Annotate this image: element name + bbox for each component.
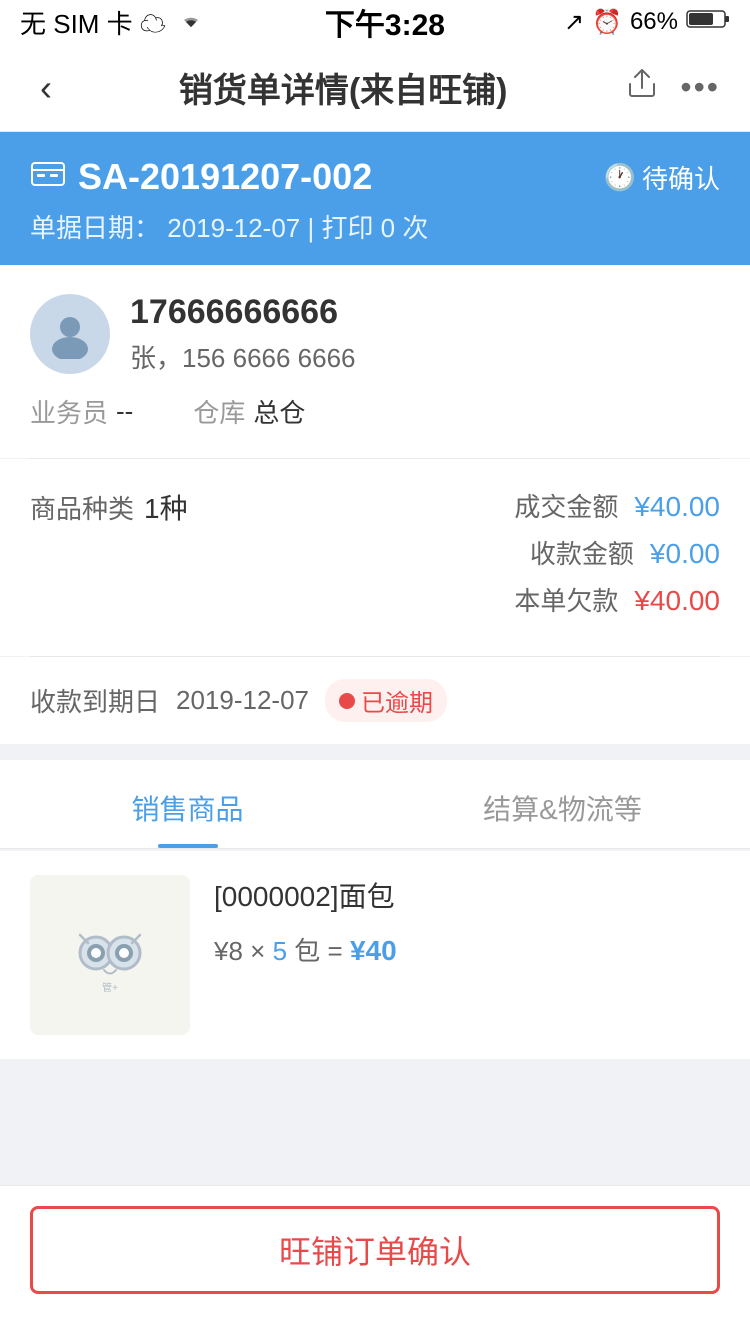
- due-label: 收款到期日: [30, 682, 160, 719]
- owe-row: 本单欠款 ¥40.00: [514, 581, 720, 618]
- product-info: [0000002]面包 ¥8 × 5 包 = ¥40: [214, 875, 720, 968]
- owe-value: ¥40.00: [634, 585, 720, 617]
- more-icon[interactable]: •••: [680, 69, 720, 106]
- back-button[interactable]: ‹: [30, 57, 62, 119]
- price-value: ¥8: [214, 936, 243, 966]
- overdue-dot-icon: [339, 693, 355, 709]
- product-logo-icon: 管+: [60, 915, 160, 995]
- no-sim-text: 无 SIM 卡 ☁: [20, 4, 166, 41]
- equals-symbol: =: [328, 936, 350, 966]
- warehouse-label: 仓库: [193, 393, 245, 430]
- salesman-label: 业务员: [30, 393, 108, 430]
- tab-settlement[interactable]: 结算&物流等: [375, 760, 750, 848]
- summary-left: 商品种类 1种: [30, 487, 188, 527]
- alarm-icon: ⏰: [592, 8, 622, 37]
- divider-3: [0, 744, 750, 760]
- confirm-order-button[interactable]: 旺铺订单确认: [30, 1206, 720, 1294]
- kind-value: 1种: [144, 487, 188, 527]
- product-unit: 包: [294, 936, 320, 966]
- due-section: 收款到期日 2019-12-07 已逾期: [0, 657, 750, 744]
- warehouse-value: 总仓: [253, 393, 305, 430]
- nav-bar: ‹ 销货单详情(来自旺铺) •••: [0, 44, 750, 132]
- due-date: 2019-12-07: [176, 685, 309, 716]
- received-label: 收款金额: [530, 534, 634, 571]
- order-date: 2019-12-07: [167, 213, 300, 243]
- date-label: 单据日期：: [30, 213, 160, 243]
- product-kind: 商品种类 1种: [30, 487, 188, 527]
- customer-sub: 张，156 6666 6666: [130, 338, 720, 375]
- order-header: SA-20191207-002 🕐 待确认 单据日期： 2019-12-07 |…: [0, 132, 750, 265]
- amount-value: ¥40.00: [634, 491, 720, 523]
- product-section: 管+ [0000002]面包 ¥8 × 5 包 = ¥40: [0, 851, 750, 1059]
- customer-section: 17666666666 张，156 6666 6666 业务员 -- 仓库 总仓: [0, 265, 750, 458]
- overdue-text: 已逾期: [361, 683, 433, 718]
- product-name: [0000002]面包: [214, 875, 720, 915]
- warehouse-item: 仓库 总仓: [193, 393, 305, 430]
- salesman-item: 业务员 --: [30, 393, 133, 430]
- multiply-symbol: ×: [250, 936, 272, 966]
- salesman-value: --: [116, 396, 133, 427]
- customer-meta: 业务员 -- 仓库 总仓: [30, 393, 720, 430]
- overdue-badge: 已逾期: [325, 679, 447, 722]
- kind-label: 商品种类: [30, 489, 134, 526]
- order-date-row: 单据日期： 2019-12-07 | 打印 0 次: [30, 208, 720, 245]
- product-price: ¥8 × 5 包 = ¥40: [214, 931, 720, 968]
- amount-label: 成交金额: [514, 487, 618, 524]
- status-left: 无 SIM 卡 ☁: [20, 4, 206, 41]
- battery-icon: [686, 8, 730, 37]
- print-info: | 打印 0 次: [307, 213, 428, 243]
- summary-right: 成交金额 ¥40.00 收款金额 ¥0.00 本单欠款 ¥40.00: [514, 487, 720, 628]
- customer-info: 17666666666 张，156 6666 6666: [130, 293, 720, 375]
- customer-avatar: [30, 294, 110, 374]
- order-icon: [30, 156, 66, 198]
- customer-phone: 17666666666: [130, 293, 720, 332]
- product-qty: 5: [273, 936, 287, 966]
- order-status: 🕐 待确认: [604, 159, 720, 196]
- status-time: 下午3:28: [325, 0, 445, 44]
- battery-text: 66%: [630, 8, 678, 36]
- location-icon: ↗: [564, 8, 584, 37]
- summary-section: 商品种类 1种 成交金额 ¥40.00 收款金额 ¥0.00 本单欠款 ¥40.…: [0, 459, 750, 656]
- received-value: ¥0.00: [650, 538, 720, 570]
- share-icon[interactable]: [624, 66, 660, 109]
- bottom-button-container: 旺铺订单确认: [0, 1185, 750, 1334]
- tab-products[interactable]: 销售商品: [0, 760, 375, 848]
- status-right: ↗ ⏰ 66%: [564, 8, 730, 37]
- order-id-row: SA-20191207-002: [30, 156, 372, 198]
- nav-right-icons: •••: [624, 66, 720, 109]
- amount-row: 成交金额 ¥40.00: [514, 487, 720, 524]
- status-bar: 无 SIM 卡 ☁ 下午3:28 ↗ ⏰ 66%: [0, 0, 750, 44]
- svg-text:管+: 管+: [102, 981, 118, 994]
- product-thumbnail: 管+: [30, 875, 190, 1035]
- received-row: 收款金额 ¥0.00: [514, 534, 720, 571]
- order-id-text: SA-20191207-002: [78, 156, 372, 198]
- owe-label: 本单欠款: [514, 581, 618, 618]
- wifi-icon: [176, 7, 206, 38]
- status-text: 待确认: [642, 159, 720, 196]
- clock-icon: 🕐: [604, 162, 636, 193]
- tabs-section: 销售商品 结算&物流等: [0, 760, 750, 849]
- product-total: ¥40: [350, 935, 397, 966]
- page-title: 销货单详情(来自旺铺): [179, 63, 508, 112]
